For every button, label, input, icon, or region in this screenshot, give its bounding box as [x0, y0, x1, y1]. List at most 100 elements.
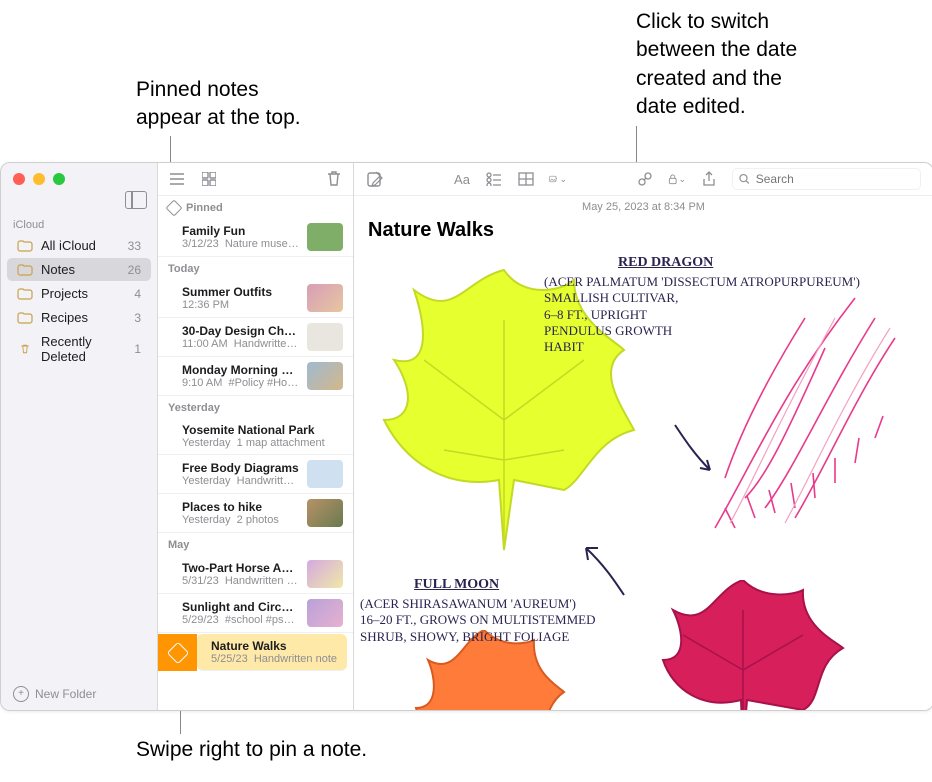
note-date-toggle[interactable]: May 25, 2023 at 8:34 PM — [354, 196, 932, 213]
callout-text: Pinned notes appear at the top. — [136, 78, 301, 129]
section-label: Today — [168, 263, 200, 275]
folder-icon — [17, 240, 33, 252]
sidebar: iCloud All iCloud 33 Notes 26 Projects 4… — [1, 163, 158, 710]
folder-list: All iCloud 33 Notes 26 Projects 4 Recipe… — [1, 233, 157, 369]
note-date: Yesterday — [182, 514, 231, 526]
lock-icon[interactable]: ⌄ — [668, 170, 686, 188]
sketch-label-title: FULL MOON — [414, 576, 499, 594]
folder-recently-deleted[interactable]: Recently Deleted 1 — [7, 330, 151, 368]
section-yesterday: Yesterday — [158, 396, 353, 418]
close-button[interactable] — [13, 173, 25, 185]
section-may: May — [158, 533, 353, 555]
gallery-view-icon[interactable] — [200, 170, 218, 188]
note-sub: Handwritten note — [237, 475, 299, 487]
note-row[interactable]: Yosemite National Park Yesterday 1 map a… — [158, 418, 353, 455]
note-row[interactable]: Family Fun 3/12/23 Nature museum — [158, 218, 353, 257]
note-title: Family Fun — [182, 224, 299, 238]
note-title: Summer Outfits — [182, 285, 299, 299]
note-row[interactable]: Nature Walks 5/25/23 Handwritten note — [197, 634, 347, 671]
note-date: 9:10 AM — [182, 377, 222, 389]
note-row[interactable]: Sunlight and Circadian… 5/29/23 #school … — [158, 594, 353, 633]
trash-icon — [17, 343, 33, 355]
note-title: Places to hike — [182, 500, 299, 514]
section-label: May — [168, 539, 189, 551]
note-date: 12:36 PM — [182, 299, 229, 311]
note-sub: Handwritten note — [254, 653, 337, 665]
list-view-icon[interactable] — [168, 170, 186, 188]
checklist-icon[interactable] — [485, 170, 503, 188]
notes-window: iCloud All iCloud 33 Notes 26 Projects 4… — [0, 162, 932, 711]
note-date: Yesterday — [182, 475, 231, 487]
note-title: Sunlight and Circadian… — [182, 600, 299, 614]
folder-notes[interactable]: Notes 26 — [7, 258, 151, 281]
sketch-label-body: (ACER SHIRASAWANUM 'AUREUM') 16–20 FT., … — [360, 596, 595, 645]
folder-projects[interactable]: Projects 4 — [7, 282, 151, 305]
arrow-icon — [574, 540, 634, 600]
media-icon[interactable]: ⌄ — [549, 170, 567, 188]
note-thumb — [307, 323, 343, 351]
folder-label: Notes — [41, 262, 75, 277]
note-row[interactable]: Monday Morning Meeting 9:10 AM #Policy #… — [158, 357, 353, 396]
delete-note-icon[interactable] — [325, 170, 343, 188]
window-controls — [1, 163, 157, 191]
new-folder-label: New Folder — [35, 687, 96, 701]
new-folder-button[interactable]: + New Folder — [1, 678, 157, 710]
folder-count: 33 — [128, 239, 141, 253]
folder-all-icloud[interactable]: All iCloud 33 — [7, 234, 151, 257]
zoom-button[interactable] — [53, 173, 65, 185]
note-date: 3/12/23 — [182, 238, 219, 250]
note-row[interactable]: Places to hike Yesterday 2 photos — [158, 494, 353, 533]
note-canvas[interactable]: RED DRAGON (ACER PALMATUM 'DISSECTUM ATR… — [354, 250, 932, 710]
link-icon[interactable] — [636, 170, 654, 188]
account-label: iCloud — [1, 215, 157, 233]
callout-date-toggle: Click to switch between the date created… — [636, 8, 797, 121]
table-icon[interactable] — [517, 170, 535, 188]
arrow-icon — [670, 420, 720, 480]
note-thumb — [307, 560, 343, 588]
sketch-label-body: (ACER PALMATUM 'DISSECTUM ATROPURPUREUM'… — [544, 274, 860, 355]
toggle-sidebar-icon[interactable] — [125, 191, 147, 209]
editor-toolbar: Aa ⌄ ⌄ — [354, 163, 932, 196]
folder-recipes[interactable]: Recipes 3 — [7, 306, 151, 329]
search-input[interactable] — [732, 168, 921, 190]
note-date: 5/31/23 — [182, 575, 219, 587]
note-title-heading: Nature Walks — [354, 213, 932, 250]
note-row[interactable]: 30-Day Design Challen… 11:00 AM Handwrit… — [158, 318, 353, 357]
folder-count: 3 — [134, 311, 141, 325]
notelist-toolbar — [158, 163, 353, 196]
callout-swipe: Swipe right to pin a note. — [136, 736, 367, 764]
note-title: Two-Part Horse Anima… — [182, 561, 299, 575]
callout-text: Click to switch between the date created… — [636, 10, 797, 118]
share-icon[interactable] — [700, 170, 718, 188]
note-row[interactable]: Free Body Diagrams Yesterday Handwritten… — [158, 455, 353, 494]
new-note-icon[interactable] — [366, 170, 384, 188]
note-title: Monday Morning Meeting — [182, 363, 299, 377]
folder-icon — [17, 312, 33, 324]
folder-label: All iCloud — [41, 238, 96, 253]
pin-icon — [166, 641, 189, 664]
note-list: Pinned Family Fun 3/12/23 Nature museum … — [158, 163, 354, 710]
callout-pinned: Pinned notes appear at the top. — [136, 76, 301, 133]
note-thumb — [307, 499, 343, 527]
folder-count: 26 — [128, 263, 141, 277]
folder-label: Recipes — [41, 310, 88, 325]
note-title: 30-Day Design Challen… — [182, 324, 299, 338]
format-icon[interactable]: Aa — [453, 170, 471, 188]
note-date: 11:00 AM — [182, 338, 228, 350]
note-row[interactable]: Two-Part Horse Anima… 5/31/23 Handwritte… — [158, 555, 353, 594]
note-thumb — [307, 284, 343, 312]
note-sub: Handwritten note — [225, 575, 299, 587]
folder-count: 4 — [134, 287, 141, 301]
note-row[interactable]: Summer Outfits 12:36 PM — [158, 279, 353, 318]
minimize-button[interactable] — [33, 173, 45, 185]
note-thumb — [307, 460, 343, 488]
note-title: Yosemite National Park — [182, 423, 343, 437]
note-thumb — [307, 362, 343, 390]
note-title: Free Body Diagrams — [182, 461, 299, 475]
note-date: 5/29/23 — [182, 614, 219, 626]
section-label: Yesterday — [168, 402, 220, 414]
pin-action-button[interactable] — [158, 634, 197, 671]
note-sub: Nature museum — [225, 238, 299, 250]
search-field[interactable] — [754, 171, 914, 187]
search-icon — [739, 173, 750, 185]
